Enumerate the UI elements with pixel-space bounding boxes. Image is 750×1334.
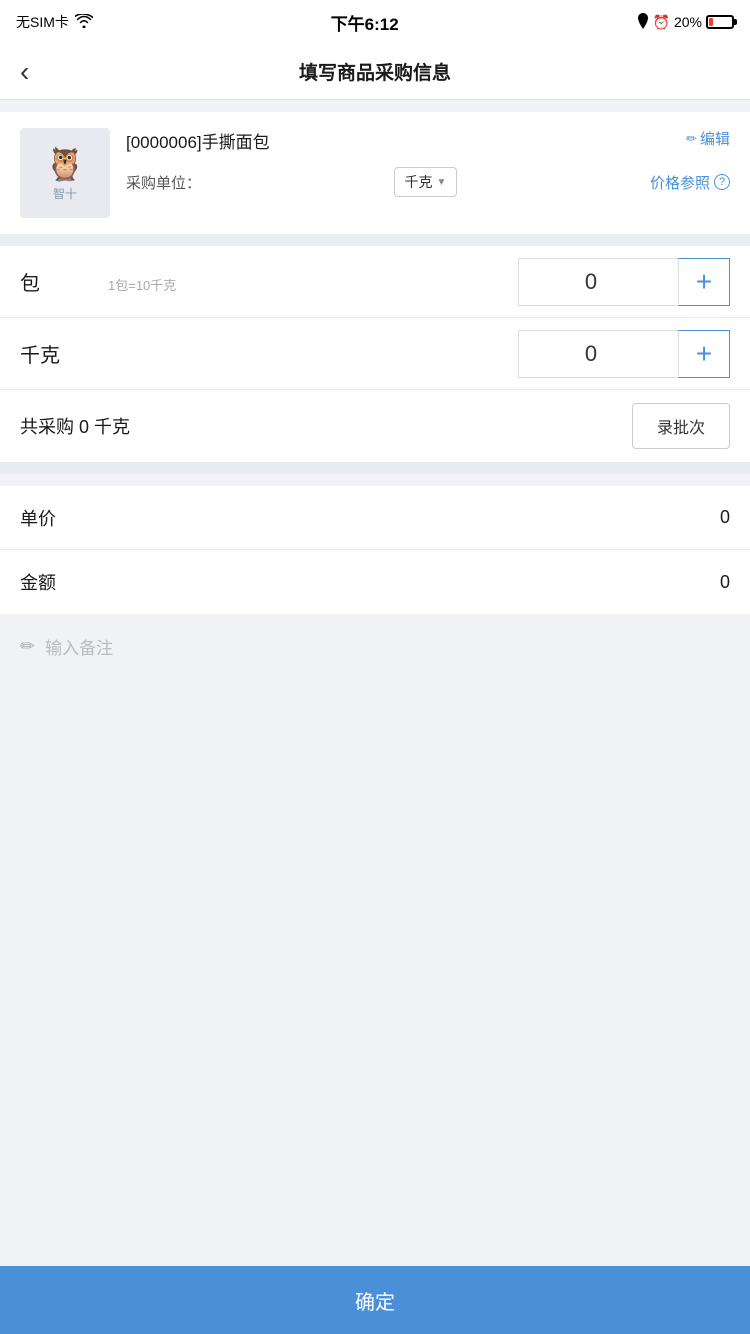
bag-label: 包 — [20, 267, 100, 296]
purchase-unit-row: 采购单位： 千克 ▼ 价格参照 ? — [126, 167, 730, 197]
help-icon: ? — [714, 174, 730, 190]
product-image: 🦉 智十 — [20, 128, 110, 218]
battery-percent: 20% — [674, 14, 702, 30]
notes-inner: ✏ 输入备注 — [20, 634, 730, 659]
chevron-down-icon: ▼ — [437, 177, 447, 188]
back-button[interactable]: ‹ — [20, 56, 29, 88]
unit-price-value: 0 — [720, 507, 730, 528]
unit-price-row: 单价 0 — [0, 486, 750, 550]
brand-label: 智十 — [53, 185, 77, 202]
carrier-text: 无SIM卡 — [16, 12, 69, 32]
input-section: 包 1包=10千克 + 千克 + — [0, 246, 750, 390]
amount-row: 金额 0 — [0, 550, 750, 614]
location-icon — [637, 13, 649, 32]
notes-pencil-icon: ✏ — [20, 636, 35, 657]
page-title: 填写商品采购信息 — [299, 58, 451, 85]
product-card: 🦉 智十 [0000006]手撕面包 ✏ 编辑 采购单位： 千克 ▼ 价格参照 … — [0, 112, 750, 234]
nav-bar: ‹ 填写商品采购信息 — [0, 44, 750, 100]
bag-input-row: 包 1包=10千克 + — [0, 246, 750, 318]
status-bar: 无SIM卡 下午6:12 ⏰ 20% — [0, 0, 750, 44]
batch-button[interactable]: 录批次 — [632, 403, 730, 449]
bag-plus-button[interactable]: + — [678, 258, 730, 306]
confirm-bar[interactable]: 确定 — [0, 1266, 750, 1334]
kg-plus-button[interactable]: + — [678, 330, 730, 378]
bag-input-group: + — [518, 258, 730, 306]
bag-quantity-input[interactable] — [518, 258, 678, 306]
notes-section[interactable]: ✏ 输入备注 — [0, 614, 750, 814]
price-ref-link[interactable]: 价格参照 ? — [650, 172, 730, 193]
kg-label-group: 千克 — [20, 339, 518, 368]
edit-label: 编辑 — [700, 128, 730, 149]
total-text: 共采购 0 千克 — [20, 413, 130, 439]
bag-sublabel: 1包=10千克 — [108, 275, 176, 294]
price-ref-label: 价格参照 — [650, 172, 710, 193]
wifi-icon — [75, 14, 93, 31]
alarm-icon: ⏰ — [653, 14, 670, 31]
product-title-row: [0000006]手撕面包 ✏ 编辑 — [126, 128, 730, 153]
unit-price-label: 单价 — [20, 505, 56, 531]
unit-label: 采购单位： — [126, 172, 201, 193]
kg-input-group: + — [518, 330, 730, 378]
brand-owl-icon: 🦉 — [45, 145, 85, 183]
notes-placeholder: 输入备注 — [45, 634, 113, 659]
amount-value: 0 — [720, 572, 730, 593]
status-left: 无SIM卡 — [16, 12, 93, 32]
unit-selector[interactable]: 千克 ▼ — [394, 167, 458, 197]
edit-link[interactable]: ✏ 编辑 — [686, 128, 730, 149]
unit-value: 千克 — [405, 172, 433, 192]
battery-icon — [706, 15, 734, 29]
kg-label: 千克 — [20, 339, 100, 368]
kg-quantity-input[interactable] — [518, 330, 678, 378]
total-row: 共采购 0 千克 录批次 — [0, 390, 750, 462]
bag-label-group: 包 1包=10千克 — [20, 267, 518, 296]
edit-pencil-icon: ✏ — [686, 131, 697, 147]
amount-label: 金额 — [20, 569, 56, 595]
bottom-padding — [0, 814, 750, 882]
price-info-section: 单价 0 金额 0 — [0, 486, 750, 614]
kg-input-row: 千克 + — [0, 318, 750, 390]
product-name: [0000006]手撕面包 — [126, 128, 270, 153]
confirm-label: 确定 — [355, 1286, 395, 1315]
section-divider-1 — [0, 234, 750, 246]
section-divider-2 — [0, 462, 750, 474]
status-time: 下午6:12 — [331, 10, 399, 35]
product-info: [0000006]手撕面包 ✏ 编辑 采购单位： 千克 ▼ 价格参照 ? — [126, 128, 730, 197]
status-right: ⏰ 20% — [637, 13, 734, 32]
